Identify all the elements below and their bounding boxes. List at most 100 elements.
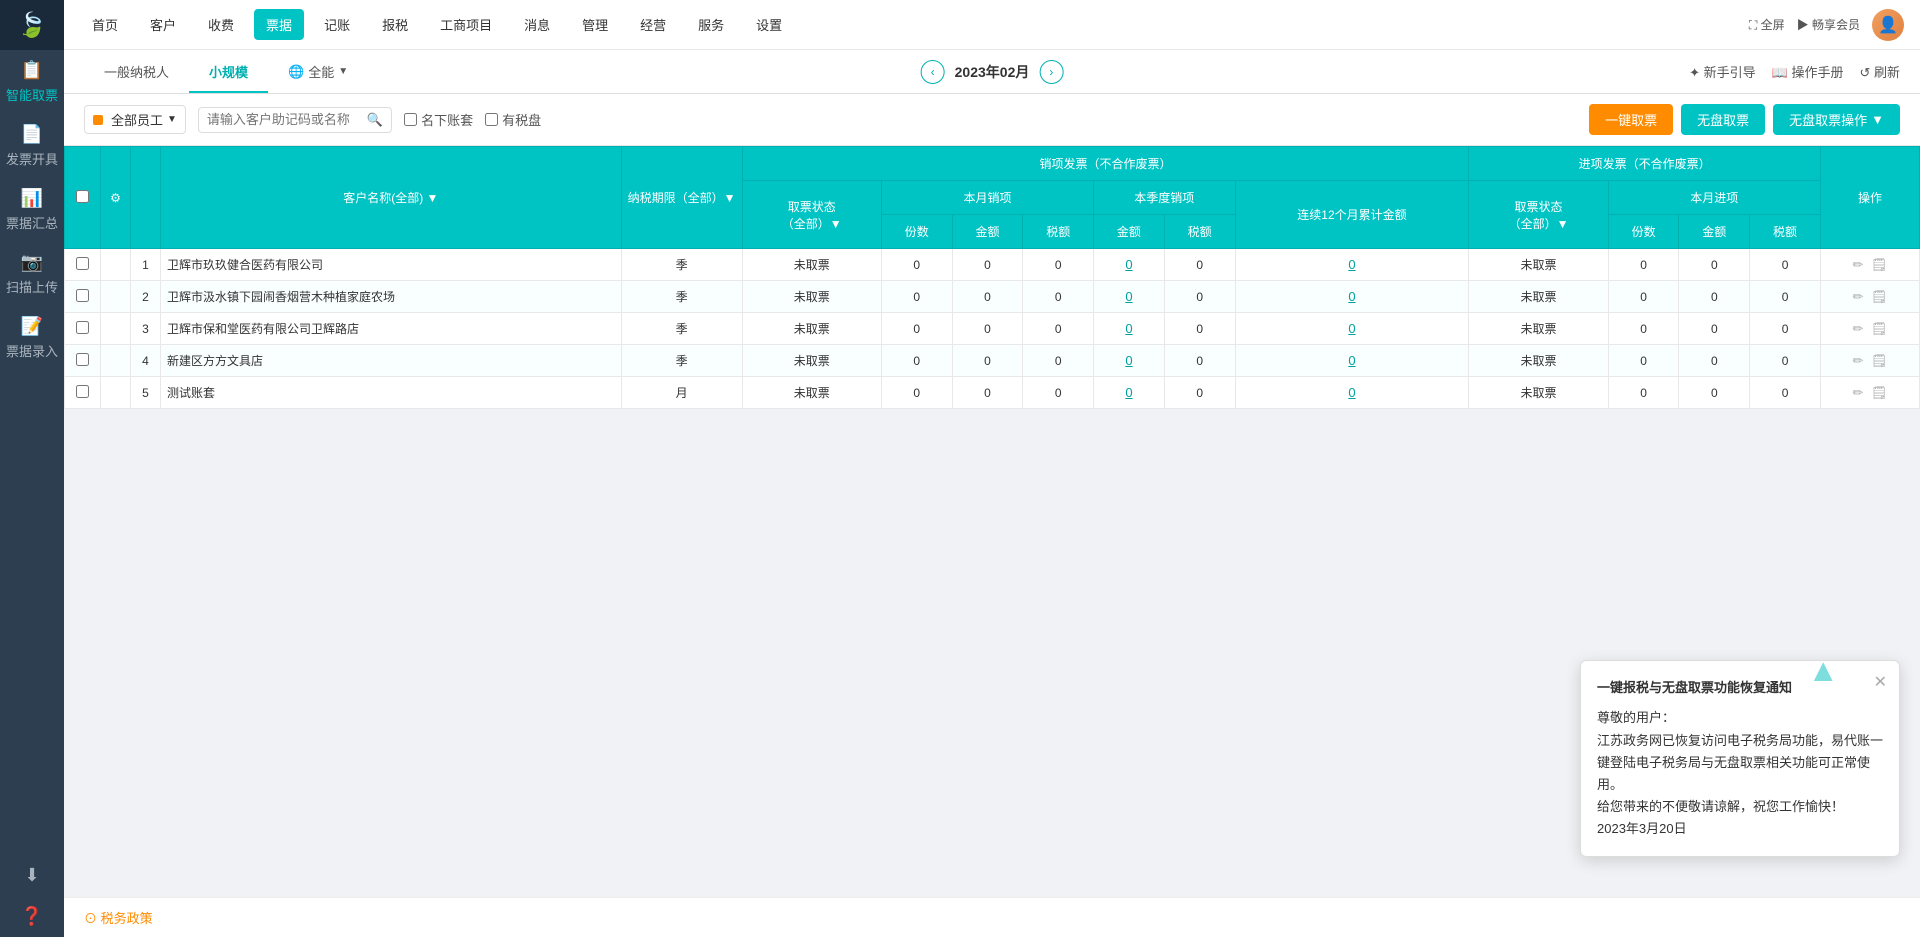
row-sales-month-tax: 0: [1023, 377, 1094, 409]
tab-all[interactable]: 🌐 全能 ▼: [268, 50, 368, 93]
row-period: 季: [621, 313, 742, 345]
tax-disk-checkbox-label[interactable]: 有税盘: [485, 110, 541, 129]
edit-icon[interactable]: ✏: [1853, 289, 1864, 304]
no-disk-fetch-btn[interactable]: 无盘取票: [1681, 104, 1765, 135]
row-sales-quarter-amount[interactable]: 0: [1094, 281, 1165, 313]
row-purchase-month-count: 0: [1608, 313, 1679, 345]
row-checkbox[interactable]: [65, 345, 101, 377]
manual-link[interactable]: 📖 操作手册: [1772, 62, 1844, 81]
sidebar-item-invoice-summary[interactable]: 📊 票据汇总: [0, 178, 64, 242]
nav-settings[interactable]: 设置: [744, 9, 794, 40]
row-cumulative[interactable]: 0: [1235, 281, 1469, 313]
nav-message[interactable]: 消息: [512, 9, 562, 40]
prev-month-btn[interactable]: ‹: [921, 60, 945, 84]
detail-icon[interactable]: 🗒: [1871, 257, 1888, 272]
row-sales-status: 未取票: [742, 345, 881, 377]
invoice-entry-icon: 📝: [21, 316, 43, 337]
col-sales-quarter-tax: 税额: [1164, 215, 1235, 249]
sidebar-item-download[interactable]: ⬇: [0, 855, 64, 896]
row-edit-actions: ✏ 🗒: [1820, 313, 1919, 345]
col-period-header[interactable]: 纳税期限（全部）▼: [621, 147, 742, 249]
row-sales-quarter-amount[interactable]: 0: [1094, 313, 1165, 345]
row-checkbox[interactable]: [65, 377, 101, 409]
row-checkbox[interactable]: [65, 281, 101, 313]
edit-icon[interactable]: ✏: [1853, 353, 1864, 368]
row-checkbox[interactable]: [65, 249, 101, 281]
invoice-table-wrapper: ⚙ 客户名称(全部) ▼ 纳税期限（全部）▼ 销项发票（不合作废票） 进项发票（…: [64, 146, 1920, 409]
sidebar-item-help[interactable]: ❓: [0, 896, 64, 937]
sidebar-item-scan-upload[interactable]: 📷 扫描上传: [0, 242, 64, 306]
col-purchase-month-amount: 金额: [1679, 215, 1750, 249]
fullscreen-btn[interactable]: ⛶ 全屏: [1749, 16, 1785, 33]
sidebar-logo[interactable]: 🍃: [0, 0, 64, 50]
row-seq: 5: [131, 377, 161, 409]
col-purchase-header: 进项发票（不合作废票）: [1469, 147, 1821, 181]
nav-operations[interactable]: 经营: [628, 9, 678, 40]
one-click-fetch-btn[interactable]: 一键取票: [1589, 104, 1673, 135]
search-icon[interactable]: 🔍: [367, 112, 383, 128]
sidebar-item-issue-invoice[interactable]: 📄 发票开具: [0, 114, 64, 178]
nav-management[interactable]: 管理: [570, 9, 620, 40]
member-btn[interactable]: ▶ 畅享会员: [1797, 16, 1860, 33]
detail-icon[interactable]: 🗒: [1871, 289, 1888, 304]
row-sales-month-tax: 0: [1023, 281, 1094, 313]
tax-policy-bar[interactable]: ⊙ 税务政策: [64, 897, 1920, 937]
sidebar-item-smart-fetch[interactable]: 📋 智能取票: [0, 50, 64, 114]
tax-disk-checkbox[interactable]: [485, 113, 498, 126]
notification-panel: ▲ ✕ 一键报税与无盘取票功能恢复通知 尊敬的用户：江苏政务网已恢复访问电子税务…: [1580, 660, 1900, 857]
nav-billing[interactable]: 收费: [196, 9, 246, 40]
col-settings-header[interactable]: ⚙: [101, 147, 131, 249]
row-name: 卫辉市保和堂医药有限公司卫辉路店: [161, 313, 622, 345]
detail-icon[interactable]: 🗒: [1871, 321, 1888, 336]
edit-icon[interactable]: ✏: [1853, 385, 1864, 400]
col-sales-status[interactable]: 取票状态（全部）▼: [742, 181, 881, 249]
row-cumulative[interactable]: 0: [1235, 313, 1469, 345]
tabs-left: 一般纳税人 小规模 🌐 全能 ▼: [84, 50, 368, 93]
sidebar-item-invoice-entry[interactable]: 📝 票据录入: [0, 306, 64, 370]
tab-small[interactable]: 小规模: [189, 50, 268, 93]
row-cumulative[interactable]: 0: [1235, 345, 1469, 377]
employee-select[interactable]: 全部员工 ▼: [84, 105, 186, 134]
row-period: 季: [621, 281, 742, 313]
refresh-link[interactable]: ↺ 刷新: [1859, 62, 1900, 81]
row-purchase-month-count: 0: [1608, 249, 1679, 281]
row-sales-quarter-amount[interactable]: 0: [1094, 249, 1165, 281]
account-checkbox[interactable]: [404, 113, 417, 126]
row-purchase-month-amount: 0: [1679, 345, 1750, 377]
newbie-guide-link[interactable]: ✦ 新手引导: [1689, 62, 1756, 81]
row-sales-quarter-amount[interactable]: 0: [1094, 345, 1165, 377]
row-sales-month-amount: 0: [952, 281, 1023, 313]
row-purchase-status: 未取票: [1469, 281, 1608, 313]
col-purchase-status[interactable]: 取票状态（全部）▼: [1469, 181, 1608, 249]
tax-policy-label[interactable]: 税务政策: [101, 911, 153, 926]
nav-service[interactable]: 服务: [686, 9, 736, 40]
invoice-summary-icon: 📊: [21, 188, 43, 209]
detail-icon[interactable]: 🗒: [1871, 385, 1888, 400]
user-avatar[interactable]: 👤: [1872, 9, 1904, 41]
select-all-checkbox[interactable]: [76, 190, 89, 203]
col-name-header[interactable]: 客户名称(全部) ▼: [161, 147, 622, 249]
row-sales-quarter-amount[interactable]: 0: [1094, 377, 1165, 409]
nav-business[interactable]: 工商项目: [428, 9, 504, 40]
tab-general[interactable]: 一般纳税人: [84, 50, 189, 93]
row-sales-month-count: 0: [881, 313, 952, 345]
table-row: 1 卫辉市玖玖健合医药有限公司 季 未取票 0 0 0 0 0 0 未取票 0 …: [65, 249, 1920, 281]
row-sales-month-amount: 0: [952, 249, 1023, 281]
account-checkbox-label[interactable]: 名下账套: [404, 110, 473, 129]
detail-icon[interactable]: 🗒: [1871, 353, 1888, 368]
edit-icon[interactable]: ✏: [1853, 321, 1864, 336]
col-cumulative: 连续12个月累计金额: [1235, 181, 1469, 249]
notification-close-btn[interactable]: ✕: [1874, 669, 1887, 696]
nav-invoice[interactable]: 票据: [254, 9, 304, 40]
edit-icon[interactable]: ✏: [1853, 257, 1864, 272]
nav-client[interactable]: 客户: [138, 9, 188, 40]
nav-accounting[interactable]: 记账: [312, 9, 362, 40]
row-checkbox[interactable]: [65, 313, 101, 345]
row-cumulative[interactable]: 0: [1235, 249, 1469, 281]
next-month-btn[interactable]: ›: [1039, 60, 1063, 84]
nav-tax[interactable]: 报税: [370, 9, 420, 40]
row-cumulative[interactable]: 0: [1235, 377, 1469, 409]
no-disk-ops-btn[interactable]: 无盘取票操作 ▼: [1773, 104, 1900, 135]
nav-home[interactable]: 首页: [80, 9, 130, 40]
client-search-input[interactable]: [207, 112, 367, 127]
